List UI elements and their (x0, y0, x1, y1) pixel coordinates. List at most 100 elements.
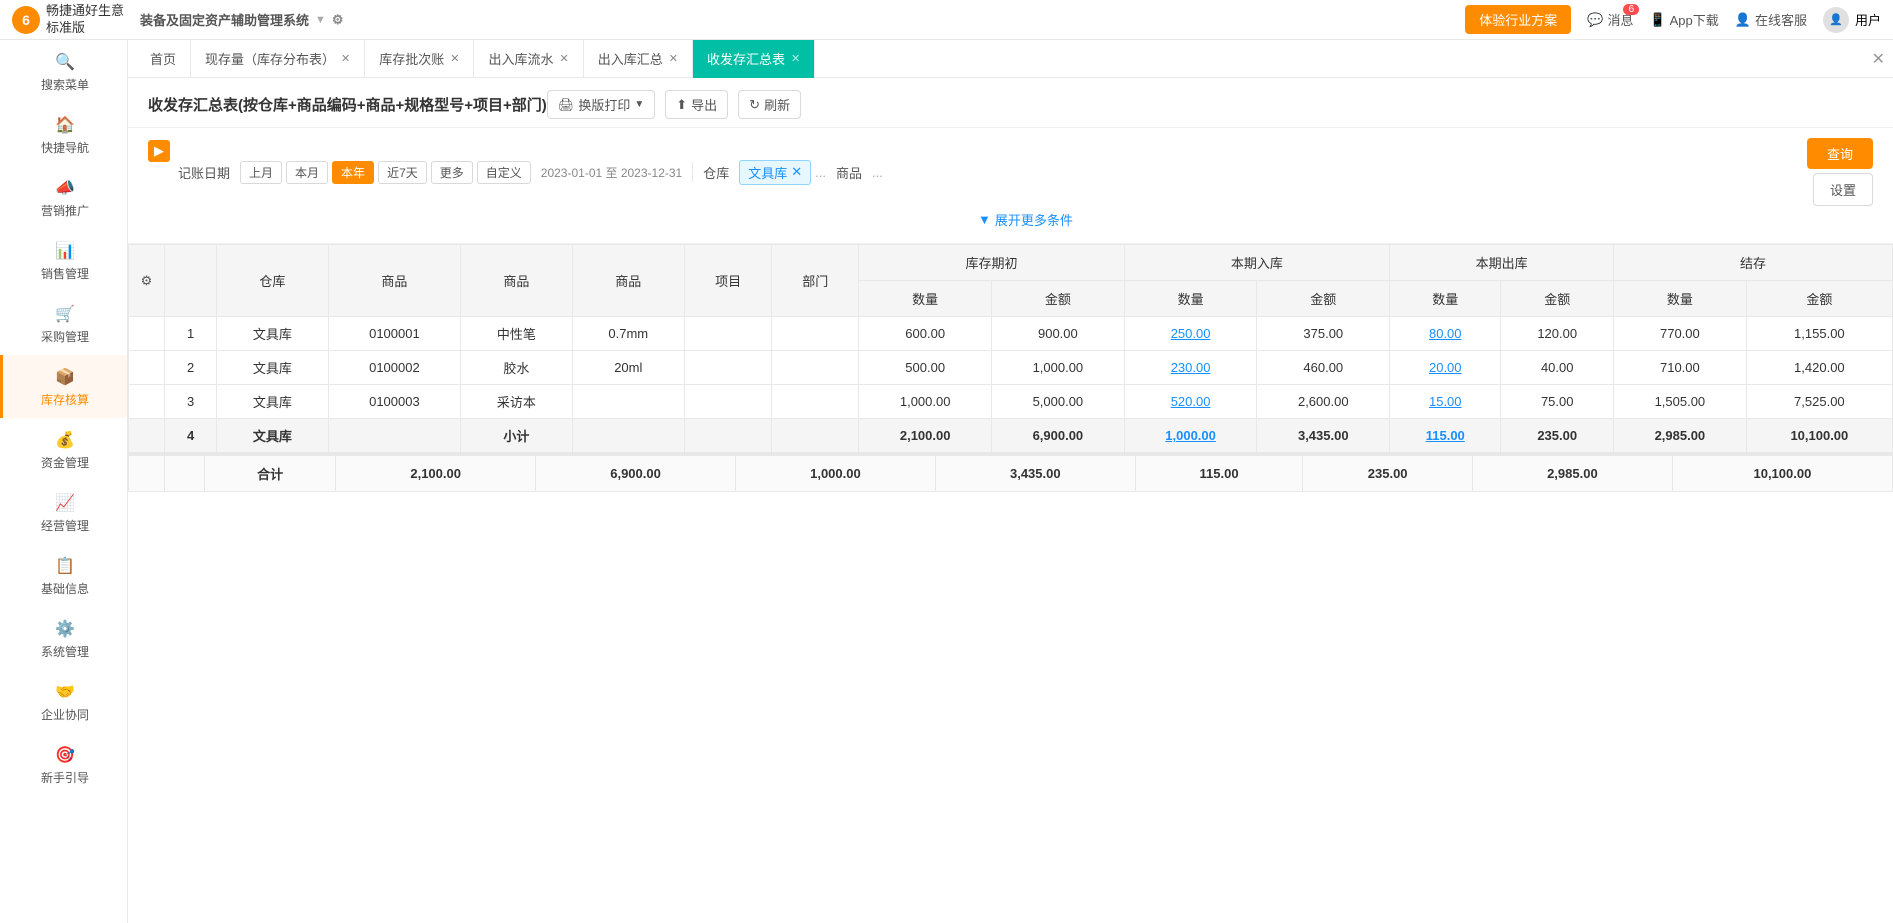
td-code-1: 0100001 (328, 317, 461, 351)
sidebar-item-cooperation[interactable]: 🤝 企业协同 (0, 670, 127, 733)
filter-collapse-btn[interactable]: ▶ (148, 140, 170, 162)
tab-close-inout-flow[interactable]: ✕ (560, 52, 569, 65)
td-out-qty-3[interactable]: 15.00 (1390, 385, 1501, 419)
page-content: 收发存汇总表(按仓库+商品编码+商品+规格型号+项目+部门) 🖨 换版打印 ▼ … (128, 78, 1893, 923)
sidebar-item-purchase[interactable]: 🛒 采购管理 (0, 292, 127, 355)
total-num (165, 456, 205, 492)
online-service-btn[interactable]: 👤 在线客服 (1735, 10, 1807, 29)
td-gear-3 (129, 385, 165, 419)
page-header-actions: 🖨 换版打印 ▼ ⬆ 导出 ↻ 刷新 (547, 90, 801, 119)
date-btn-last-month[interactable]: 上月 (240, 161, 282, 184)
th-code: 商品 (328, 245, 461, 317)
filter-row-main: ▶ 记账日期 上月 本月 本年 近7天 更多 自定义 (148, 138, 1873, 233)
expand-icon: ▼ (978, 212, 991, 227)
query-btns: 查询 设置 (1807, 138, 1873, 206)
td-in-qty-3[interactable]: 520.00 (1124, 385, 1257, 419)
td-open-qty-2: 500.00 (859, 351, 992, 385)
warehouse-tag[interactable]: 文具库 ✕ (739, 160, 811, 185)
total-in-amt: 3,435.00 (935, 456, 1135, 492)
td-in-qty-2[interactable]: 230.00 (1124, 351, 1257, 385)
tab-close-inout-summary[interactable]: ✕ (669, 52, 678, 65)
date-btn-more[interactable]: 更多 (431, 161, 473, 184)
export-btn[interactable]: ⬆ 导出 (665, 90, 728, 119)
td-spec-2: 20ml (572, 351, 685, 385)
set-btn[interactable]: 设置 (1813, 173, 1873, 206)
sidebar-item-basic-info[interactable]: 📋 基础信息 (0, 544, 127, 607)
tab-home[interactable]: 首页 (136, 40, 191, 78)
sidebar-item-quick-nav[interactable]: 🏠 快捷导航 (0, 103, 127, 166)
tab-close-inventory-dist[interactable]: ✕ (341, 52, 350, 65)
tab-inout-flow[interactable]: 出入库流水 ✕ (474, 40, 583, 78)
sidebar-item-guide[interactable]: 🎯 新手引导 (0, 733, 127, 796)
goods-label: 商品 (836, 163, 862, 182)
total-bal-qty: 2,985.00 (1472, 456, 1672, 492)
td-in-qty-1[interactable]: 250.00 (1124, 317, 1257, 351)
system-icon: ⚙️ (55, 619, 75, 639)
th-out: 本期出库 (1390, 245, 1614, 281)
inventory-icon: 📦 (55, 367, 75, 387)
th-bal-amt: 金额 (1746, 281, 1892, 317)
message-btn[interactable]: 💬 消息 6 (1587, 10, 1633, 29)
table-row: 1 文具库 0100001 中性笔 0.7mm 600.00 900.00 25… (129, 317, 1893, 351)
experience-btn[interactable]: 体验行业方案 (1465, 5, 1571, 34)
date-btn-custom[interactable]: 自定义 (477, 161, 531, 184)
date-btn-7days[interactable]: 近7天 (378, 161, 427, 184)
th-open-qty: 数量 (859, 281, 992, 317)
sidebar-item-marketing[interactable]: 📣 营销推广 (0, 166, 127, 229)
tab-inventory-dist[interactable]: 现存量（库存分布表） ✕ (191, 40, 365, 78)
print-btn[interactable]: 🖨 换版打印 ▼ (547, 90, 655, 119)
gear-icon[interactable]: ⚙ (332, 12, 344, 28)
td-out-qty-2[interactable]: 20.00 (1390, 351, 1501, 385)
th-bal-qty: 数量 (1614, 281, 1747, 317)
total-out-qty: 115.00 (1135, 456, 1303, 492)
app-download-btn[interactable]: 📱 App下载 (1649, 10, 1718, 29)
td-out-qty-4[interactable]: 115.00 (1390, 419, 1501, 453)
query-btn[interactable]: 查询 (1807, 138, 1873, 169)
th-opening: 库存期初 (859, 245, 1124, 281)
sidebar-item-system[interactable]: ⚙️ 系统管理 (0, 607, 127, 670)
th-in-qty: 数量 (1124, 281, 1257, 317)
warehouse-filter-ellipsis[interactable]: ... (815, 165, 826, 180)
tab-collect-summary[interactable]: 收发存汇总表 ✕ (693, 40, 815, 78)
td-dept-1 (772, 317, 859, 351)
settings-icon[interactable]: ⚙ (141, 273, 153, 288)
td-project-3 (685, 385, 772, 419)
date-btn-this-month[interactable]: 本月 (286, 161, 328, 184)
top-bar: 6 畅捷通好生意 标准版 装备及固定资产辅助管理系统 ▼ ⚙ 体验行业方案 💬 … (0, 0, 1893, 40)
td-in-qty-4[interactable]: 1,000.00 (1124, 419, 1257, 453)
td-code-2: 0100002 (328, 351, 461, 385)
warehouse-label: 仓库 (703, 163, 729, 182)
td-out-amt-4: 235.00 (1501, 419, 1614, 453)
tab-batch-account[interactable]: 库存批次账 ✕ (365, 40, 474, 78)
td-open-qty-1: 600.00 (859, 317, 992, 351)
tab-inout-summary[interactable]: 出入库汇总 ✕ (584, 40, 693, 78)
warehouse-tag-close[interactable]: ✕ (791, 164, 802, 180)
expand-more-btn[interactable]: ▼ 展开更多条件 (978, 210, 1073, 229)
sidebar-item-sales[interactable]: 📊 销售管理 (0, 229, 127, 292)
search-icon: 🔍 (55, 52, 75, 72)
sidebar-item-inventory[interactable]: 📦 库存核算 (0, 355, 127, 418)
sidebar-item-finance[interactable]: 💰 资金管理 (0, 418, 127, 481)
user-area[interactable]: 👤 用户 (1823, 7, 1881, 33)
tab-close-batch-account[interactable]: ✕ (450, 52, 459, 65)
tab-close-collect-summary[interactable]: ✕ (791, 52, 800, 65)
page-inner: 收发存汇总表(按仓库+商品编码+商品+规格型号+项目+部门) 🖨 换版打印 ▼ … (128, 78, 1893, 923)
sidebar-item-operation[interactable]: 📈 经营管理 (0, 481, 127, 544)
goods-filter-ellipsis[interactable]: ... (872, 165, 883, 180)
refresh-btn[interactable]: ↻ 刷新 (738, 90, 801, 119)
td-out-qty-1[interactable]: 80.00 (1390, 317, 1501, 351)
td-open-qty-3: 1,000.00 (859, 385, 992, 419)
marketing-icon: 📣 (55, 178, 75, 198)
td-in-amt-3: 2,600.00 (1257, 385, 1390, 419)
date-btn-this-year[interactable]: 本年 (332, 161, 374, 184)
td-warehouse-2: 文具库 (217, 351, 328, 385)
sidebar-item-search[interactable]: 🔍 搜索菜单 (0, 40, 127, 103)
table-row: 2 文具库 0100002 胶水 20ml 500.00 1,000.00 23… (129, 351, 1893, 385)
close-all-tabs-btn[interactable]: ✕ (1872, 49, 1885, 69)
total-open-qty: 2,100.00 (336, 456, 536, 492)
td-code-3: 0100003 (328, 385, 461, 419)
td-in-amt-4: 3,435.00 (1257, 419, 1390, 453)
table-body: 1 文具库 0100001 中性笔 0.7mm 600.00 900.00 25… (129, 317, 1893, 453)
th-gear[interactable]: ⚙ (129, 245, 165, 317)
td-open-amt-1: 900.00 (992, 317, 1125, 351)
